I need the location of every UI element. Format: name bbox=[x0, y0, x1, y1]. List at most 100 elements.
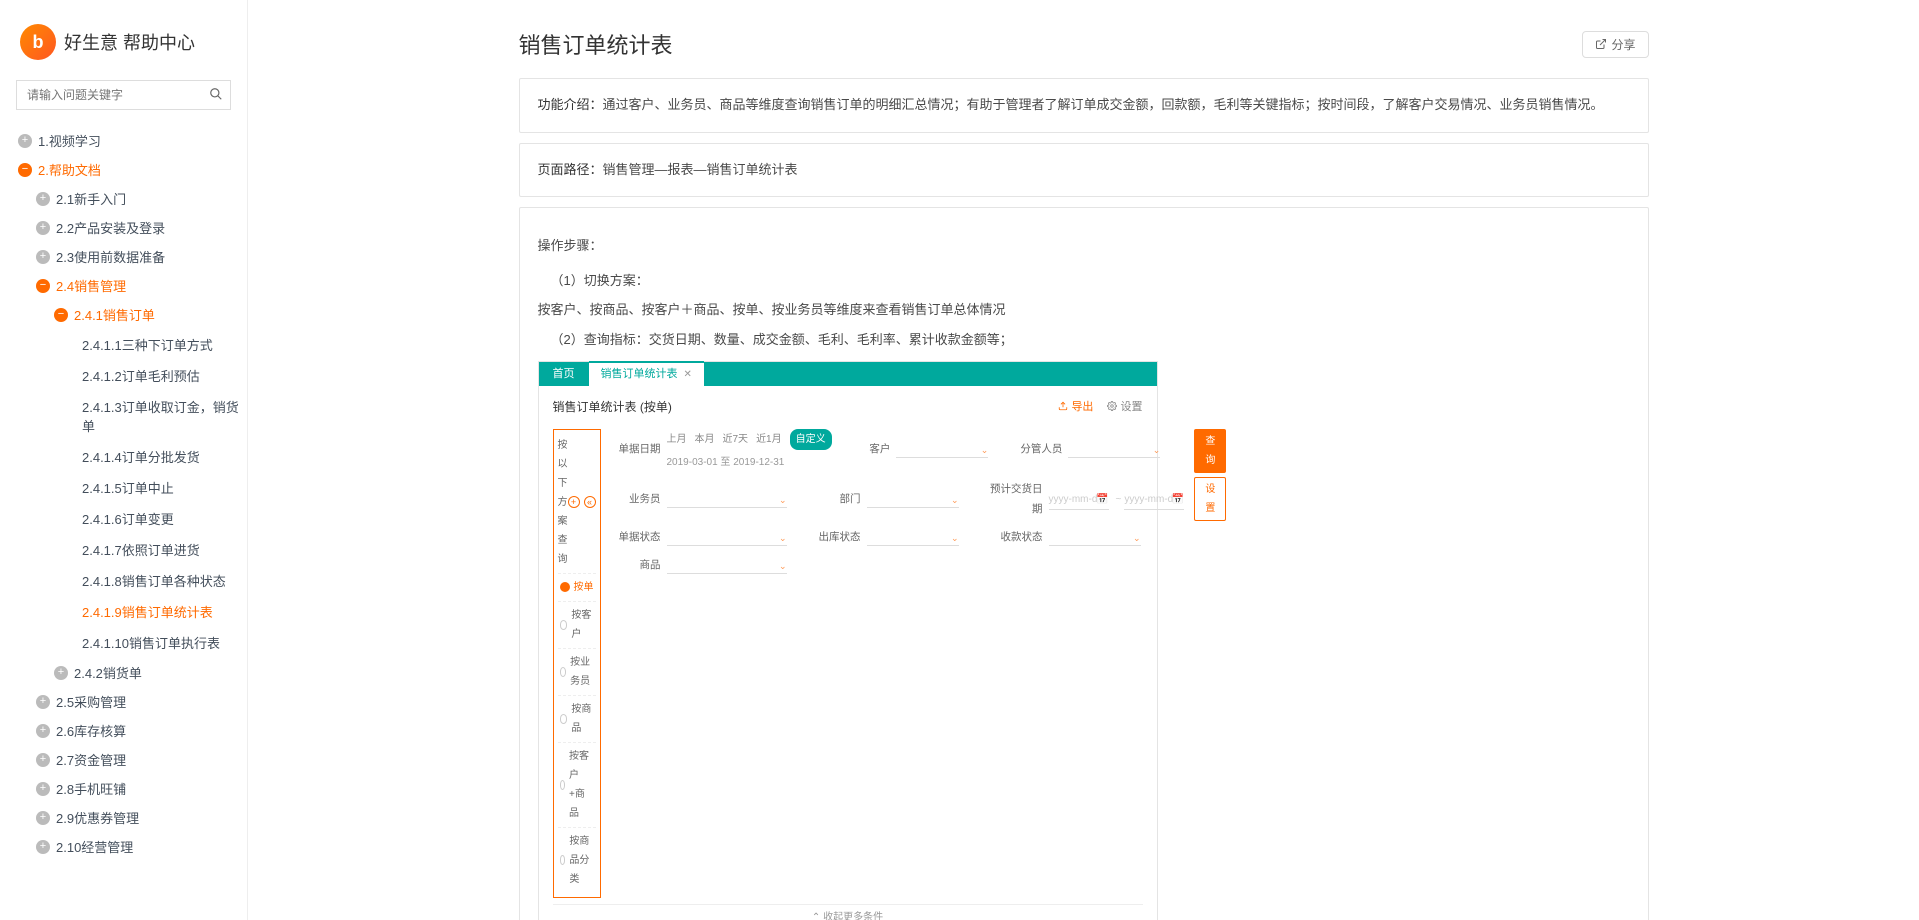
screenshot-1: 首页 销售订单统计表✕ 销售订单统计表 (按单) 导出 设置 bbox=[538, 361, 1158, 920]
page-title-row: 销售订单统计表 分享 bbox=[519, 28, 1649, 60]
search-icon[interactable] bbox=[209, 87, 223, 104]
search-input[interactable] bbox=[16, 80, 231, 110]
f-owner-input[interactable]: ⌄ bbox=[1068, 442, 1160, 458]
nav-2-4[interactable]: −2.4销售管理 bbox=[0, 271, 247, 300]
f-paystatus-input[interactable]: ⌄ bbox=[1049, 530, 1141, 546]
f-outstatus-label: 出库状态 bbox=[811, 528, 861, 548]
f-dept-input[interactable]: ⌄ bbox=[867, 492, 959, 508]
path-label: 页面路径： bbox=[538, 162, 603, 177]
date-opt[interactable]: 近1月 bbox=[756, 430, 782, 449]
nav-label: 2.4.2销货单 bbox=[74, 663, 142, 682]
nav-2-2[interactable]: +2.2产品安装及登录 bbox=[0, 213, 247, 242]
chevron-down-icon: ⌄ bbox=[779, 492, 787, 509]
date-opt[interactable]: 近7天 bbox=[723, 430, 749, 449]
nav-2-4-1-9[interactable]: 2.4.1.9销售订单统计表 bbox=[0, 596, 247, 627]
minus-icon: − bbox=[54, 308, 68, 322]
nav-2-7[interactable]: +2.7资金管理 bbox=[0, 745, 247, 774]
tab-active[interactable]: 销售订单统计表✕ bbox=[589, 361, 704, 386]
nav-2-4-1-6[interactable]: 2.4.1.6订单变更 bbox=[0, 503, 247, 534]
nav-label: 2.3使用前数据准备 bbox=[56, 247, 165, 266]
nav-2-4-1-7[interactable]: 2.4.1.7依照订单进货 bbox=[0, 534, 247, 565]
nav-2-4-1-3[interactable]: 2.4.1.3订单收取订金，销货单 bbox=[0, 391, 247, 441]
nav-2-5[interactable]: +2.5采购管理 bbox=[0, 687, 247, 716]
f-salesman-label: 业务员 bbox=[611, 490, 661, 510]
plus-icon: + bbox=[36, 192, 50, 206]
nav-video-learning[interactable]: +1.视频学习 bbox=[0, 126, 247, 155]
scheme-panel: 按以下方案查询 + « 按单按客户按业务员按商品按客户+商品按商品分类 bbox=[553, 429, 601, 898]
close-icon[interactable]: ✕ bbox=[684, 365, 692, 384]
minus-icon: − bbox=[36, 279, 50, 293]
path-card: 页面路径：销售管理—报表—销售订单统计表 bbox=[519, 143, 1649, 198]
date-sep: ~ bbox=[1116, 490, 1122, 509]
nav-2-4-1-1[interactable]: 2.4.1.1三种下订单方式 bbox=[0, 329, 247, 360]
nav-2-4-1-5[interactable]: 2.4.1.5订单中止 bbox=[0, 472, 247, 503]
f-status-input[interactable]: ⌄ bbox=[667, 530, 787, 546]
date-opt[interactable]: 本月 bbox=[695, 430, 715, 449]
config-button[interactable]: 设置 bbox=[1194, 477, 1226, 521]
scheme-item[interactable]: 按单 bbox=[558, 573, 596, 601]
tab-home[interactable]: 首页 bbox=[539, 362, 589, 386]
f-owner-label: 分管人员 bbox=[1012, 440, 1062, 460]
nav-help-docs[interactable]: −2.帮助文档 bbox=[0, 155, 247, 184]
nav-2-4-1-8[interactable]: 2.4.1.8销售订单各种状态 bbox=[0, 565, 247, 596]
f-salesman-input[interactable]: ⌄ bbox=[667, 492, 787, 508]
scheme-item[interactable]: 按客户 bbox=[558, 601, 596, 648]
step1: （1）切换方案： bbox=[538, 267, 1630, 294]
logo-icon: b bbox=[20, 24, 56, 60]
export-label: 导出 bbox=[1071, 401, 1093, 413]
calendar-icon: 📅 bbox=[1096, 490, 1108, 509]
nav: +1.视频学习 −2.帮助文档 +2.1新手入门 +2.2产品安装及登录 +2.… bbox=[0, 126, 247, 881]
nav-2-1[interactable]: +2.1新手入门 bbox=[0, 184, 247, 213]
f-outstatus-input[interactable]: ⌄ bbox=[867, 530, 959, 546]
chevron-down-icon: ⌄ bbox=[779, 558, 787, 575]
nav-2-8[interactable]: +2.8手机旺铺 bbox=[0, 774, 247, 803]
radio-icon bbox=[560, 855, 566, 865]
query-button[interactable]: 查询 bbox=[1194, 429, 1226, 473]
f-customer-label: 客户 bbox=[840, 440, 890, 460]
share-button[interactable]: 分享 bbox=[1582, 31, 1648, 58]
f-product-input[interactable]: ⌄ bbox=[667, 558, 787, 574]
main-content: 销售订单统计表 分享 功能介绍：通过客户、业务员、商品等维度查询销售订单的明细汇… bbox=[248, 0, 1919, 920]
date-opt[interactable]: 上月 bbox=[667, 430, 687, 449]
collapse-label: 收起更多条件 bbox=[823, 912, 883, 920]
nav-2-6[interactable]: +2.6库存核算 bbox=[0, 716, 247, 745]
steps-card: 操作步骤： （1）切换方案： 按客户、按商品、按客户＋商品、按单、按业务员等维度… bbox=[519, 207, 1649, 920]
f-paystatus-label: 收款状态 bbox=[983, 528, 1043, 548]
steps-label: 操作步骤： bbox=[538, 234, 1630, 259]
scheme-item[interactable]: 按业务员 bbox=[558, 648, 596, 695]
nav-2-4-1-4[interactable]: 2.4.1.4订单分批发货 bbox=[0, 441, 247, 472]
radio-icon bbox=[560, 620, 568, 630]
f-expectdate-from[interactable]: yyyy-mm-dd📅 bbox=[1049, 490, 1109, 510]
nav-label: 2.9优惠券管理 bbox=[56, 808, 139, 827]
date-opt-custom[interactable]: 自定义 bbox=[790, 429, 832, 450]
f-expectdate-to[interactable]: yyyy-mm-dd📅 bbox=[1124, 490, 1184, 510]
plus-icon: + bbox=[36, 811, 50, 825]
logo-row: b 好生意 帮助中心 bbox=[0, 0, 247, 72]
nav-2-4-2[interactable]: +2.4.2销货单 bbox=[0, 658, 247, 687]
sidebar: b 好生意 帮助中心 +1.视频学习 −2.帮助文档 +2.1新手入门 +2.2… bbox=[0, 0, 248, 920]
collapse-scheme-icon[interactable]: « bbox=[584, 496, 596, 508]
nav-2-9[interactable]: +2.9优惠券管理 bbox=[0, 803, 247, 832]
collapse-more[interactable]: ⌃ 收起更多条件 bbox=[553, 904, 1143, 920]
scheme-item[interactable]: 按商品 bbox=[558, 695, 596, 742]
date-toggle[interactable]: 上月 本月 近7天 近1月 自定义 bbox=[667, 429, 832, 450]
scheme-item[interactable]: 按商品分类 bbox=[558, 827, 596, 893]
nav-2-4-1[interactable]: −2.4.1销售订单 bbox=[0, 300, 247, 329]
nav-2-10[interactable]: +2.10经营管理 bbox=[0, 832, 247, 861]
center-text: 帮助中心 bbox=[123, 33, 195, 53]
gear-icon bbox=[1107, 401, 1117, 411]
f-customer-input[interactable]: ⌄ bbox=[896, 442, 988, 458]
brand-text: 好生意 bbox=[64, 33, 118, 53]
scheme-item[interactable]: 按客户+商品 bbox=[558, 742, 596, 827]
chevron-down-icon: ⌄ bbox=[951, 530, 959, 547]
nav-label: 2.2产品安装及登录 bbox=[56, 218, 165, 237]
chevron-down-icon: ⌄ bbox=[1153, 442, 1161, 459]
export-link[interactable]: 导出 bbox=[1058, 397, 1093, 418]
add-scheme-icon[interactable]: + bbox=[568, 496, 580, 508]
tabs-bar: 首页 销售订单统计表✕ bbox=[539, 362, 1157, 386]
settings-link[interactable]: 设置 bbox=[1107, 397, 1142, 418]
nav-2-3[interactable]: +2.3使用前数据准备 bbox=[0, 242, 247, 271]
nav-2-4-1-10[interactable]: 2.4.1.10销售订单执行表 bbox=[0, 627, 247, 658]
nav-2-4-1-2[interactable]: 2.4.1.2订单毛利预估 bbox=[0, 360, 247, 391]
scheme-header-label: 按以下方案查询 bbox=[558, 436, 568, 569]
